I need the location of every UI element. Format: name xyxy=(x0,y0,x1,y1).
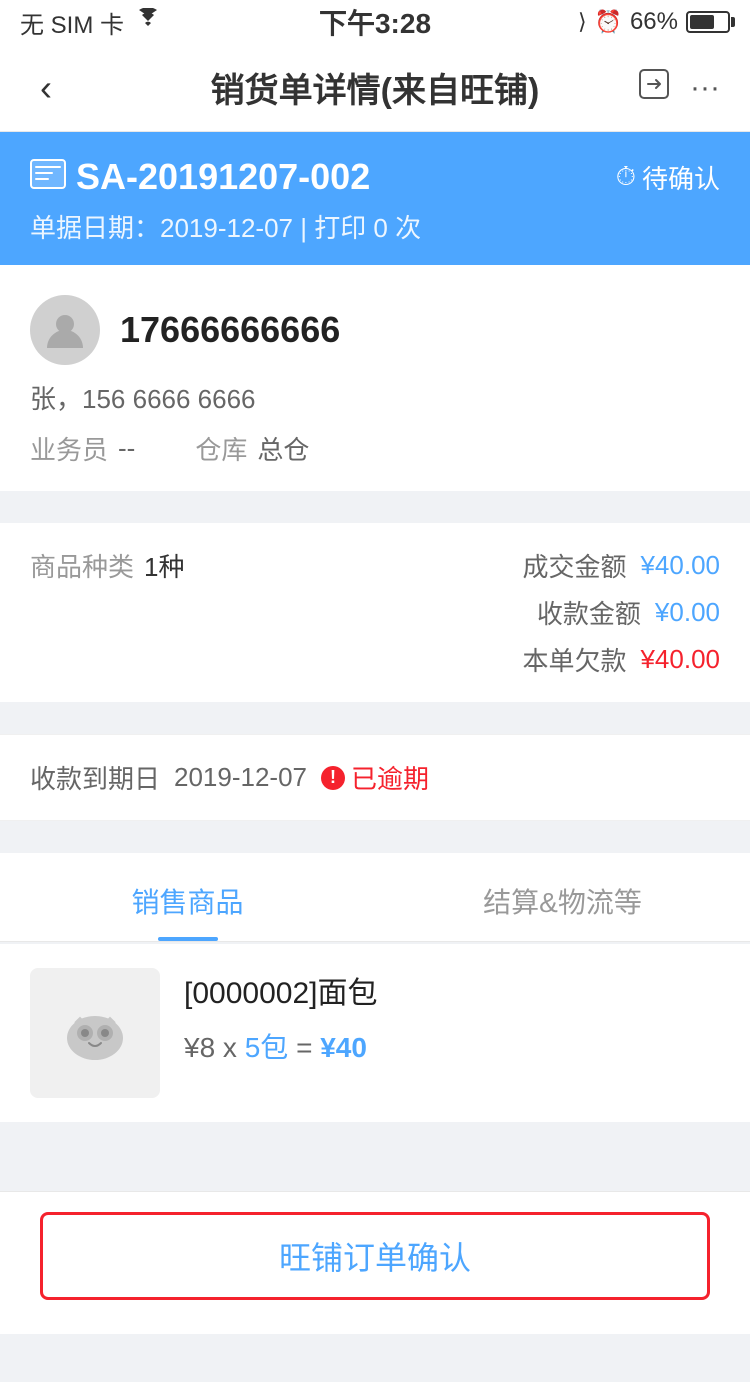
nav-bar: ‹ 销货单详情(来自旺铺) ··· xyxy=(0,44,750,132)
customer-avatar xyxy=(30,295,100,365)
carrier-text: 无 SIM 卡 xyxy=(20,5,124,40)
status-time: 下午3:28 xyxy=(319,2,431,42)
clock-icon: ⏱ xyxy=(616,161,636,193)
transaction-row: 成交金额 ¥40.00 xyxy=(522,547,720,584)
nav-actions: ··· xyxy=(638,68,720,108)
owed-label: 本单欠款 xyxy=(522,641,626,678)
order-icon xyxy=(30,156,66,198)
order-status: ⏱ 待确认 xyxy=(616,159,720,196)
alarm-icon: ⏰ xyxy=(595,9,622,35)
summary-section: 商品种类 1种 成交金额 ¥40.00 收款金额 ¥0.00 本单欠款 ¥40.… xyxy=(0,523,750,702)
sales-value: -- xyxy=(118,433,135,464)
product-info: [0000002]面包 ¥8 x 5包 = ¥40 xyxy=(184,968,720,1066)
status-left: 无 SIM 卡 xyxy=(20,5,162,40)
order-header: SA-20191207-002 ⏱ 待确认 单据日期：2019-12-07 | … xyxy=(0,132,750,265)
order-id: SA-20191207-002 xyxy=(30,156,370,198)
transaction-value: ¥40.00 xyxy=(640,550,720,581)
kind-value: 1种 xyxy=(144,547,184,584)
tab-settlement-label: 结算&物流等 xyxy=(483,887,642,918)
qty-text: 5包 xyxy=(245,1032,289,1063)
tab-settlement[interactable]: 结算&物流等 xyxy=(375,853,750,941)
transaction-label: 成交金额 xyxy=(522,547,626,584)
overdue-badge: ! 已逾期 xyxy=(321,759,429,796)
divider-1 xyxy=(0,507,750,523)
warehouse-label: 仓库 xyxy=(195,430,247,467)
order-date: 单据日期：2019-12-07 | 打印 0 次 xyxy=(30,208,720,245)
status-right: ⟩ ⏰ 66% xyxy=(578,8,730,36)
due-section: 收款到期日 2019-12-07 ! 已逾期 xyxy=(0,734,750,821)
customer-section: 17666666666 张，156 6666 6666 业务员 -- 仓库 总仓 xyxy=(0,265,750,491)
warehouse-value: 总仓 xyxy=(257,430,309,467)
location-icon: ⟩ xyxy=(578,9,587,35)
share-icon[interactable] xyxy=(638,68,670,108)
received-label: 收款金额 xyxy=(537,594,641,631)
owed-row: 本单欠款 ¥40.00 xyxy=(522,641,720,678)
tabs-section: 销售商品 结算&物流等 xyxy=(0,853,750,942)
received-row: 收款金额 ¥0.00 xyxy=(537,594,720,631)
customer-phone: 17666666666 xyxy=(120,309,340,351)
bottom-bar: 旺铺订单确认 xyxy=(0,1191,750,1334)
product-section: [0000002]面包 ¥8 x 5包 = ¥40 xyxy=(0,944,750,1122)
overdue-text: 已逾期 xyxy=(351,759,429,796)
summary-right: 成交金额 ¥40.00 收款金额 ¥0.00 本单欠款 ¥40.00 xyxy=(522,547,720,678)
divider-3 xyxy=(0,837,750,853)
warehouse-meta: 仓库 总仓 xyxy=(195,430,309,467)
wifi-icon xyxy=(134,8,162,37)
order-status-text: 待确认 xyxy=(642,159,720,196)
product-kind: 商品种类 1种 xyxy=(30,547,184,584)
equals-text: = xyxy=(296,1032,312,1063)
order-id-text: SA-20191207-002 xyxy=(76,156,370,198)
summary-left: 商品种类 1种 xyxy=(30,547,184,584)
status-bar: 无 SIM 卡 下午3:28 ⟩ ⏰ 66% xyxy=(0,0,750,44)
customer-name: 张，156 6666 6666 xyxy=(30,379,720,416)
product-price: ¥8 x 5包 = ¥40 xyxy=(184,1026,720,1066)
tab-sales-label: 销售商品 xyxy=(131,887,243,918)
sales-meta: 业务员 -- xyxy=(30,430,135,467)
due-date: 2019-12-07 xyxy=(174,762,307,793)
owed-value: ¥40.00 xyxy=(640,644,720,675)
more-icon[interactable]: ··· xyxy=(690,71,720,105)
divider-2 xyxy=(0,718,750,734)
total-text: ¥40 xyxy=(320,1032,367,1063)
price-text: ¥8 x xyxy=(184,1032,237,1063)
overdue-icon: ! xyxy=(321,766,345,790)
customer-meta: 业务员 -- 仓库 总仓 xyxy=(30,430,720,467)
product-name: [0000002]面包 xyxy=(184,968,720,1012)
received-value: ¥0.00 xyxy=(655,597,720,628)
tab-sales-products[interactable]: 销售商品 xyxy=(0,853,375,941)
kind-label: 商品种类 xyxy=(30,547,134,584)
sales-label: 业务员 xyxy=(30,430,108,467)
page-title: 销货单详情(来自旺铺) xyxy=(211,63,540,112)
battery-icon xyxy=(686,11,730,33)
back-button[interactable]: ‹ xyxy=(30,57,62,119)
confirm-button[interactable]: 旺铺订单确认 xyxy=(40,1212,710,1300)
battery-text: 66% xyxy=(630,8,678,36)
product-image xyxy=(30,968,160,1098)
confirm-label: 旺铺订单确认 xyxy=(279,1233,471,1279)
due-label: 收款到期日 xyxy=(30,759,160,796)
